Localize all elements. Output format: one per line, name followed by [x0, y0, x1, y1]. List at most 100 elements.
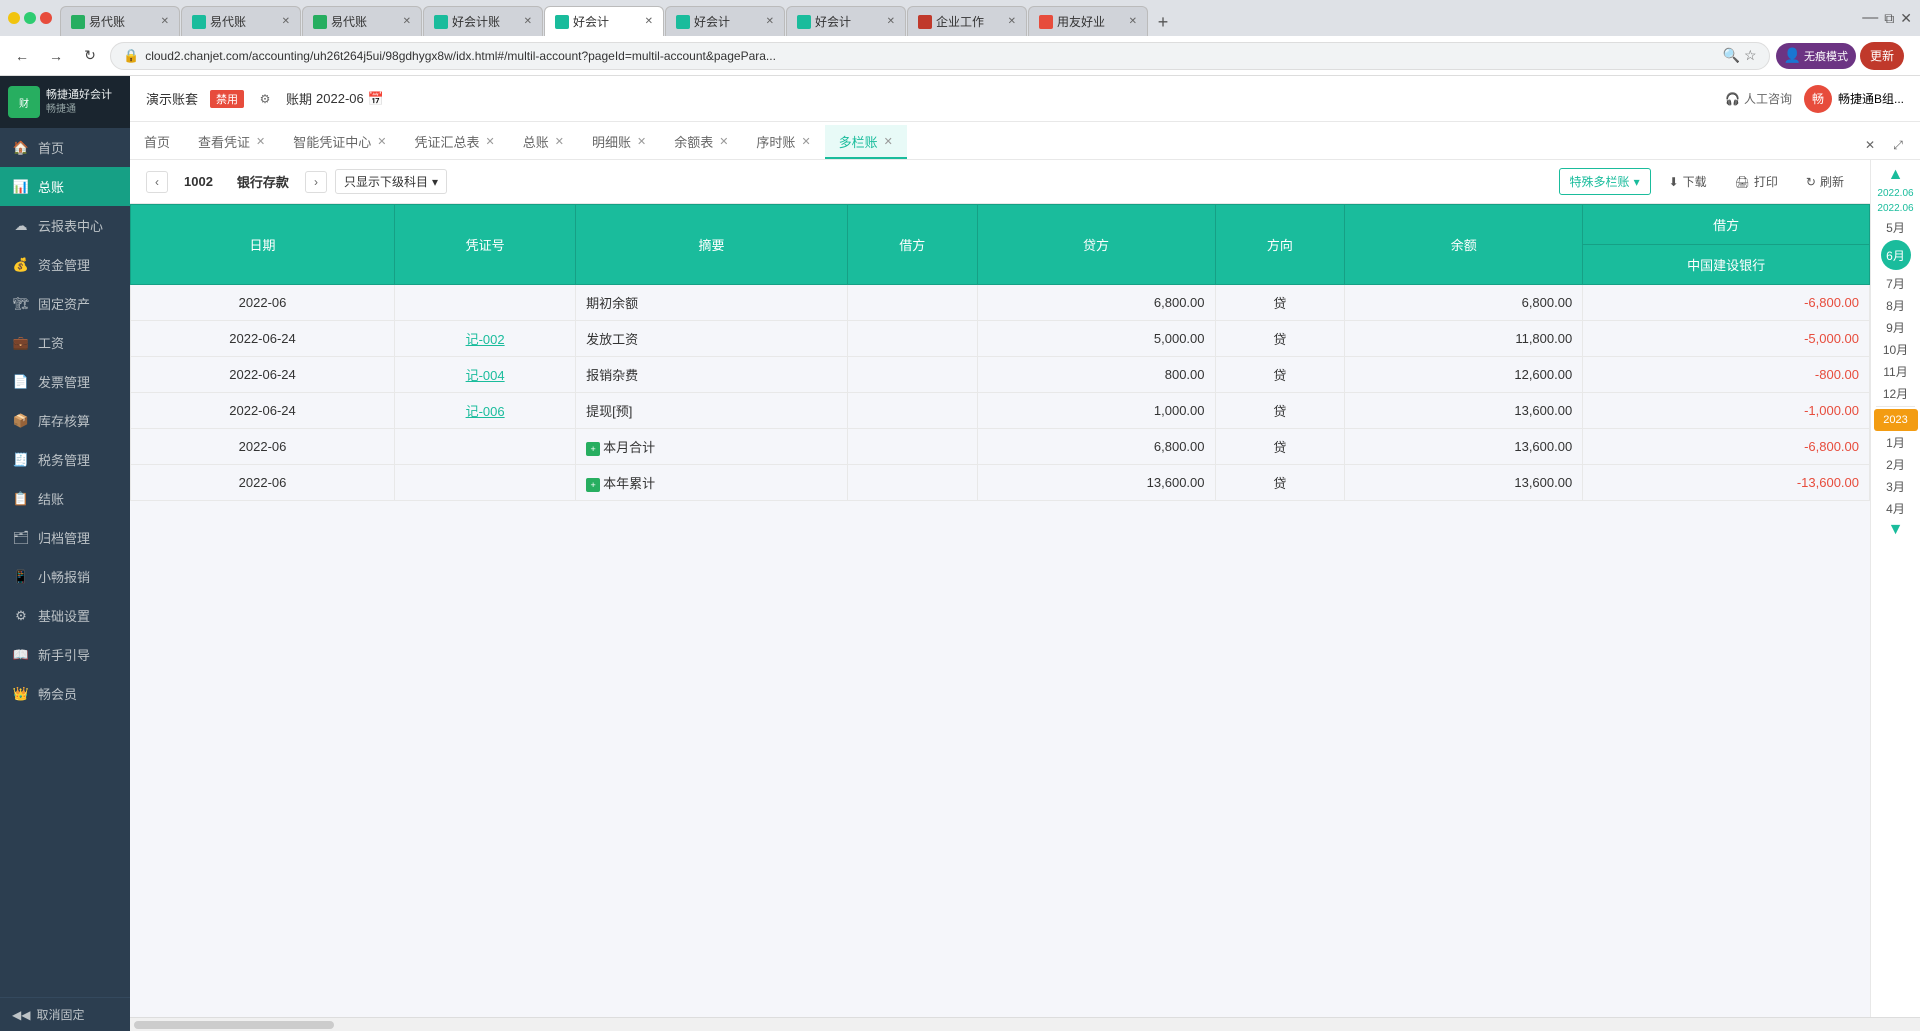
- browser-tab-6[interactable]: 好会计 ✕: [665, 6, 785, 36]
- sidebar-item-member[interactable]: 👑 畅会员: [0, 674, 130, 713]
- update-button[interactable]: 更新: [1860, 42, 1904, 70]
- tab-general-ledger-close[interactable]: ✕: [555, 135, 564, 148]
- refresh-button[interactable]: ↻: [76, 42, 104, 70]
- browser-tab-8[interactable]: 企业工作 ✕: [907, 6, 1027, 36]
- browser-tab-4[interactable]: 好会计账 ✕: [423, 6, 543, 36]
- month-scroll-down[interactable]: ▼: [1881, 519, 1911, 541]
- sidebar-item-fund[interactable]: 💰 资金管理: [0, 245, 130, 284]
- sidebar-item-inventory[interactable]: 📦 库存核算: [0, 401, 130, 440]
- filter-dropdown[interactable]: 只显示下级科目 ▾: [335, 169, 447, 194]
- tab-close-7[interactable]: ✕: [887, 16, 895, 27]
- voucher-link[interactable]: 记-002: [466, 332, 505, 347]
- sidebar-item-archive[interactable]: 🗂 归档管理: [0, 518, 130, 557]
- new-tab-button[interactable]: +: [1149, 8, 1177, 36]
- tab-multi-column[interactable]: 多栏账 ✕: [825, 125, 907, 159]
- sidebar-item-cloud-report[interactable]: ☁ 云报表中心: [0, 206, 130, 245]
- horizontal-scrollbar-thumb[interactable]: [134, 1021, 334, 1029]
- tab-collapse-button[interactable]: ✕: [1856, 131, 1884, 159]
- user-menu[interactable]: 畅 畅捷通B组...: [1804, 85, 1904, 113]
- voucher-link[interactable]: 记-004: [466, 368, 505, 383]
- browser-tab-7[interactable]: 好会计 ✕: [786, 6, 906, 36]
- tab-detail-ledger[interactable]: 明细账 ✕: [578, 125, 660, 159]
- tab-view-voucher-close[interactable]: ✕: [256, 135, 265, 148]
- sidebar-item-closing[interactable]: 📋 结账: [0, 479, 130, 518]
- month-scroll-up[interactable]: ▲: [1881, 164, 1911, 186]
- bookmark-icon[interactable]: ☆: [1744, 47, 1757, 64]
- sidebar-item-guide[interactable]: 📖 新手引导: [0, 635, 130, 674]
- month-item[interactable]: 10月: [1874, 338, 1918, 360]
- back-button[interactable]: ←: [8, 42, 36, 70]
- month-item[interactable]: 5月: [1874, 216, 1918, 238]
- bottom-scrollbar[interactable]: [130, 1017, 1920, 1031]
- month-item[interactable]: 1月: [1874, 431, 1918, 453]
- prev-account-button[interactable]: ‹: [146, 171, 168, 193]
- sidebar-item-invoice[interactable]: 📄 发票管理: [0, 362, 130, 401]
- window-maximize-btn[interactable]: [24, 12, 36, 24]
- incognito-button[interactable]: 👤 无痕模式: [1776, 43, 1856, 69]
- tab-detail-ledger-close[interactable]: ✕: [637, 135, 646, 148]
- sidebar-item-payroll[interactable]: 💼 工资: [0, 323, 130, 362]
- month-item[interactable]: 7月: [1874, 272, 1918, 294]
- minimize-icon[interactable]: —: [1862, 9, 1878, 27]
- tab-close-2[interactable]: ✕: [282, 16, 290, 27]
- sidebar-unpin-button[interactable]: ◀◀ 取消固定: [0, 997, 130, 1031]
- forward-button[interactable]: →: [42, 42, 70, 70]
- window-minimize-btn[interactable]: [8, 12, 20, 24]
- tab-balance-close[interactable]: ✕: [719, 135, 728, 148]
- tab-close-3[interactable]: ✕: [403, 16, 411, 27]
- refresh-button[interactable]: ↻ 刷新: [1796, 169, 1854, 194]
- tab-close-1[interactable]: ✕: [161, 16, 169, 27]
- cell-voucher[interactable]: 记-002: [395, 321, 576, 357]
- sidebar-item-assets[interactable]: 🏗 固定资产: [0, 284, 130, 323]
- tab-close-8[interactable]: ✕: [1008, 16, 1016, 27]
- tab-close-6[interactable]: ✕: [766, 16, 774, 27]
- month-item[interactable]: 3月: [1874, 475, 1918, 497]
- next-account-button[interactable]: ›: [305, 171, 327, 193]
- print-button[interactable]: 🖨 打印: [1725, 169, 1788, 194]
- consult-button[interactable]: 🎧 人工咨询: [1725, 90, 1792, 107]
- period-selector[interactable]: 账期 2022-06 📅: [286, 89, 384, 108]
- browser-tab-9[interactable]: 用友好业 ✕: [1028, 6, 1148, 36]
- month-item[interactable]: 6月: [1881, 240, 1911, 270]
- tab-close-9[interactable]: ✕: [1129, 16, 1137, 27]
- tab-general-ledger[interactable]: 总账 ✕: [509, 125, 578, 159]
- browser-tab-5[interactable]: 好会计 ✕: [544, 6, 664, 36]
- voucher-link[interactable]: 记-006: [466, 404, 505, 419]
- month-item[interactable]: 9月: [1874, 316, 1918, 338]
- tab-balance[interactable]: 余额表 ✕: [660, 125, 742, 159]
- close-icon[interactable]: ✕: [1900, 10, 1912, 27]
- download-button[interactable]: ⬇ 下载: [1659, 169, 1717, 194]
- tab-expand-button[interactable]: ⤢: [1884, 131, 1912, 159]
- feature-button[interactable]: 特殊多栏账 ▾: [1559, 168, 1651, 195]
- cell-voucher[interactable]: 记-006: [395, 393, 576, 429]
- month-item[interactable]: 8月: [1874, 294, 1918, 316]
- tab-smart-voucher-close[interactable]: ✕: [377, 135, 386, 148]
- tab-multi-column-close[interactable]: ✕: [884, 135, 893, 148]
- tab-home[interactable]: 首页: [130, 125, 184, 159]
- browser-tab-2[interactable]: 易代账 ✕: [181, 6, 301, 36]
- sidebar-item-settings[interactable]: ⚙ 基础设置: [0, 596, 130, 635]
- month-item[interactable]: 4月: [1874, 497, 1918, 519]
- header-settings-icon[interactable]: ⚙: [256, 90, 274, 108]
- tab-voucher-summary[interactable]: 凭证汇总表 ✕: [400, 125, 508, 159]
- sidebar-item-tax[interactable]: 🧾 税务管理: [0, 440, 130, 479]
- browser-tab-3[interactable]: 易代账 ✕: [302, 6, 422, 36]
- browser-tab-1[interactable]: 易代账 ✕: [60, 6, 180, 36]
- tab-close-5[interactable]: ✕: [645, 16, 653, 27]
- tab-smart-voucher[interactable]: 智能凭证中心 ✕: [279, 125, 400, 159]
- sidebar-item-home[interactable]: 🏠 首页: [0, 128, 130, 167]
- search-icon[interactable]: 🔍: [1723, 47, 1740, 64]
- sidebar-item-ledger[interactable]: 📊 总账: [0, 167, 130, 206]
- tab-view-voucher[interactable]: 查看凭证 ✕: [184, 125, 279, 159]
- month-item[interactable]: 2月: [1874, 453, 1918, 475]
- tab-sequence-close[interactable]: ✕: [801, 135, 810, 148]
- address-bar[interactable]: 🔒 cloud2.chanjet.com/accounting/uh26t264…: [110, 42, 1770, 70]
- cell-voucher[interactable]: 记-004: [395, 357, 576, 393]
- tab-sequence[interactable]: 序时账 ✕: [742, 125, 824, 159]
- window-close-btn[interactable]: [40, 12, 52, 24]
- tab-voucher-summary-close[interactable]: ✕: [486, 135, 495, 148]
- month-item[interactable]: 12月: [1874, 382, 1918, 404]
- month-item[interactable]: 11月: [1874, 360, 1918, 382]
- sidebar-item-expense[interactable]: 📱 小畅报销: [0, 557, 130, 596]
- restore-icon[interactable]: ⧉: [1884, 10, 1894, 27]
